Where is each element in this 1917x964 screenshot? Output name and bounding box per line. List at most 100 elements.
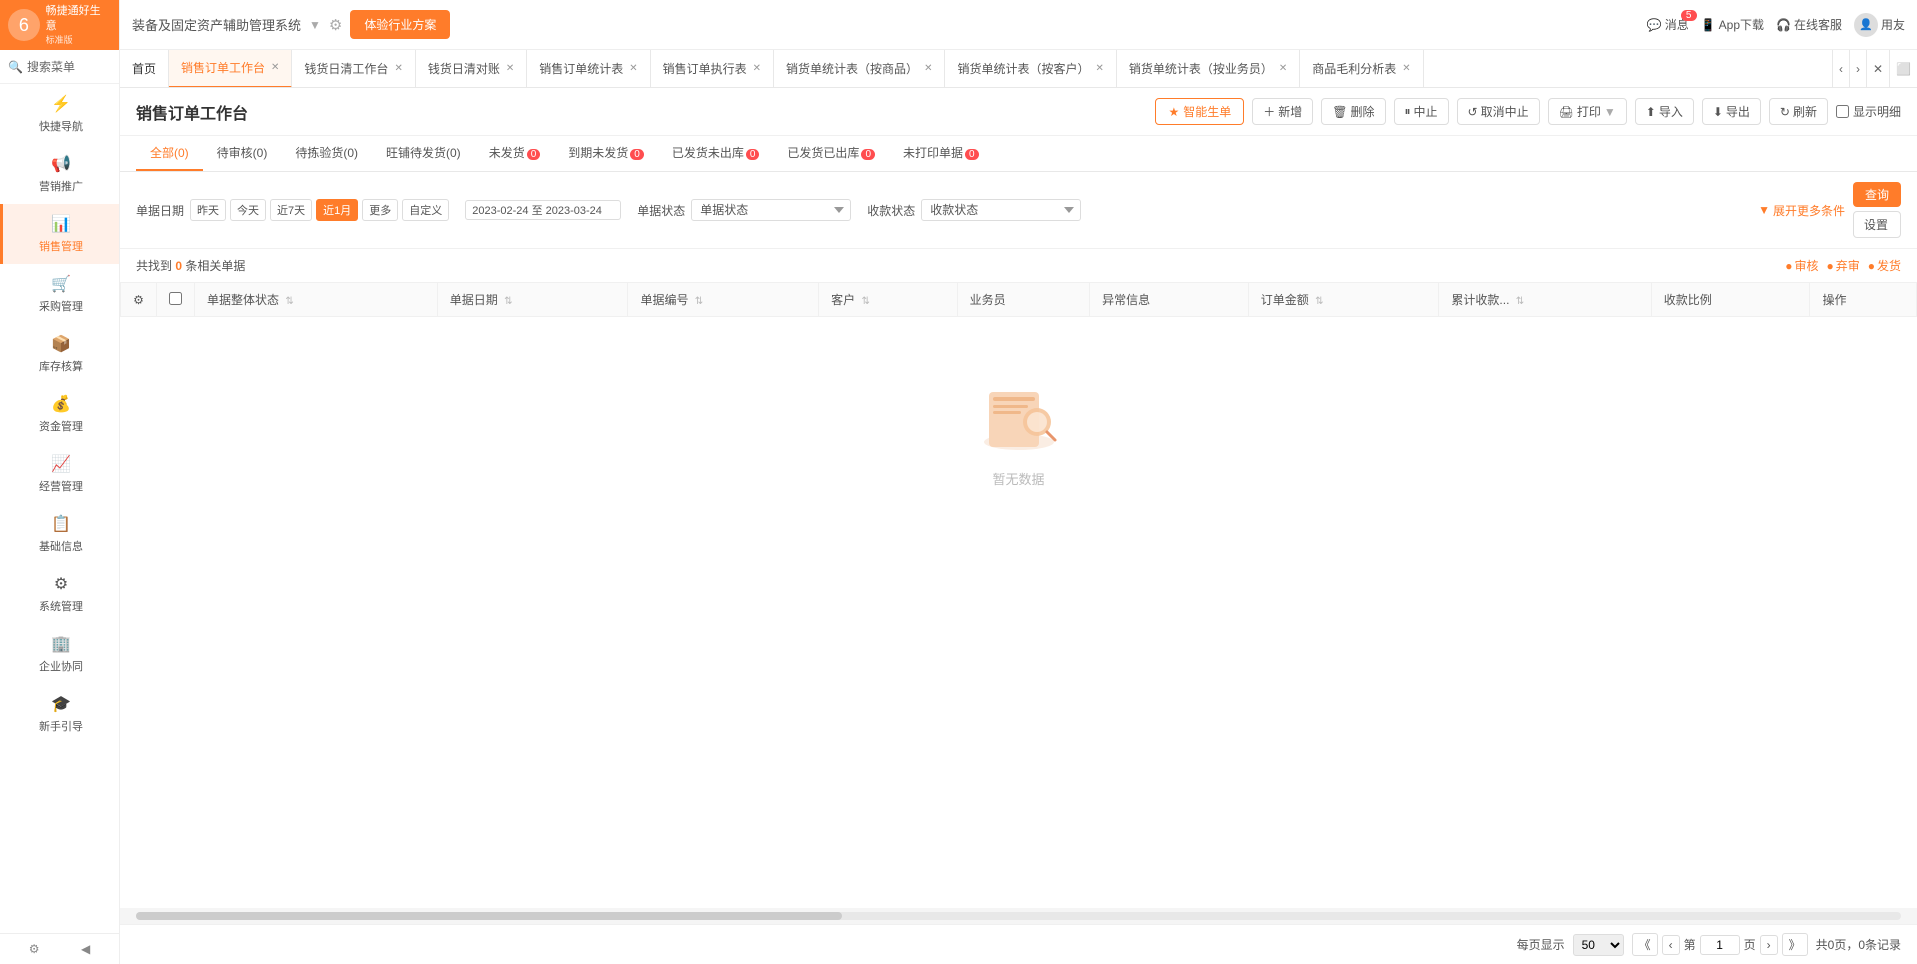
- sidebar-item-guide[interactable]: 🎓 新手引导: [0, 684, 119, 744]
- add-button[interactable]: ＋ 新增: [1252, 98, 1313, 125]
- cancel-pause-button[interactable]: ↺ 取消中止: [1457, 98, 1540, 125]
- page-prev-btn[interactable]: ‹: [1662, 935, 1680, 955]
- print-button[interactable]: 🖨 打印 ▼: [1548, 98, 1627, 125]
- tab-cash-reconcile[interactable]: 钱货日清对账 ✕: [416, 50, 527, 88]
- sidebar-item-marketing[interactable]: 📢 营销推广: [0, 144, 119, 204]
- query-button[interactable]: 查询: [1853, 182, 1901, 207]
- solution-button[interactable]: 体验行业方案: [350, 10, 450, 39]
- review-op-btn[interactable]: ● 审核: [1785, 257, 1818, 274]
- sidebar-item-system[interactable]: ⚙ 系统管理: [0, 564, 119, 624]
- page-size-select[interactable]: 50 100: [1573, 934, 1624, 956]
- settings-button[interactable]: 设置: [1853, 211, 1901, 238]
- import-button[interactable]: ⬆ 导入: [1635, 98, 1694, 125]
- show-detail-checkbox[interactable]: [1836, 105, 1849, 118]
- sidebar-item-finance[interactable]: 💰 资金管理: [0, 384, 119, 444]
- filter-tab-shipped-not-warehoused[interactable]: 已发货未出库0: [658, 136, 774, 171]
- tab-sales-workbench-close[interactable]: ✕: [271, 62, 279, 73]
- tab-daily-cash-close[interactable]: ✕: [394, 63, 402, 74]
- date-btn-custom[interactable]: 自定义: [402, 199, 449, 221]
- filter-tab-overdue[interactable]: 到期未发货0: [554, 136, 658, 171]
- system-icon: ⚙: [54, 574, 68, 594]
- tab-sales-workbench[interactable]: 销售订单工作台 ✕: [169, 50, 292, 88]
- page-label: 第: [1684, 936, 1696, 953]
- col-number[interactable]: 单据编号 ⇅: [628, 283, 819, 317]
- date-btn-today[interactable]: 今天: [230, 199, 266, 221]
- col-customer[interactable]: 客户 ⇅: [819, 283, 958, 317]
- expand-conditions-btn[interactable]: ▼ 展开更多条件: [1758, 202, 1845, 219]
- sidebar-item-inventory[interactable]: 📦 库存核算: [0, 324, 119, 384]
- tab-stat-customer[interactable]: 销货单统计表（按客户） ✕: [945, 50, 1116, 88]
- dropdown-icon[interactable]: ▼: [309, 18, 321, 32]
- scroll-track[interactable]: [136, 912, 1901, 920]
- col-status[interactable]: 单据整体状态 ⇅: [195, 283, 438, 317]
- filter-tab-pending-review[interactable]: 待审核(0): [203, 136, 282, 171]
- sidebar-item-operations[interactable]: 📈 经营管理: [0, 444, 119, 504]
- collapse-icon[interactable]: ◀: [81, 942, 90, 956]
- scroll-thumb[interactable]: [136, 912, 842, 920]
- filter-tab-not-printed[interactable]: 未打印单据0: [889, 136, 993, 171]
- download-action[interactable]: 📱 App下载: [1701, 16, 1764, 33]
- page-first-btn[interactable]: 《: [1632, 933, 1658, 956]
- col-date[interactable]: 单据日期 ⇅: [437, 283, 628, 317]
- date-btn-more[interactable]: 更多: [362, 199, 398, 221]
- service-action[interactable]: 🎧 在线客服: [1776, 16, 1842, 33]
- page-next-btn[interactable]: ›: [1760, 935, 1778, 955]
- col-amount[interactable]: 订单金额 ⇅: [1248, 283, 1439, 317]
- page-last-btn[interactable]: 》: [1782, 933, 1808, 956]
- tab-expand[interactable]: ⬜: [1889, 50, 1917, 88]
- status-select[interactable]: 单据状态: [691, 199, 851, 221]
- tab-home[interactable]: 首页: [120, 50, 169, 88]
- tab-stat-customer-close[interactable]: ✕: [1095, 63, 1103, 74]
- sidebar-item-purchase[interactable]: 🛒 采购管理: [0, 264, 119, 324]
- tab-profit-close[interactable]: ✕: [1402, 63, 1410, 74]
- tab-close-all[interactable]: ✕: [1866, 50, 1889, 88]
- empty-text: 暂无数据: [992, 469, 1044, 488]
- col-settings[interactable]: ⚙: [121, 283, 157, 317]
- tab-scroll-right[interactable]: ›: [1849, 50, 1866, 88]
- page-input[interactable]: [1700, 935, 1740, 955]
- horizontal-scrollbar[interactable]: [120, 908, 1917, 924]
- tab-sales-stat-close[interactable]: ✕: [629, 63, 637, 74]
- settings-icon[interactable]: ⚙: [29, 942, 40, 956]
- delete-button[interactable]: 🗑 删除: [1321, 98, 1385, 125]
- filter-tab-all[interactable]: 全部(0): [136, 136, 203, 171]
- export-button[interactable]: ⬇ 导出: [1702, 98, 1761, 125]
- search-menu[interactable]: 🔍 搜索菜单: [0, 50, 119, 84]
- col-collected[interactable]: 累计收款... ⇅: [1439, 283, 1651, 317]
- tab-sales-exec[interactable]: 销售订单执行表 ✕: [651, 50, 774, 88]
- refresh-button[interactable]: ↻ 刷新: [1769, 98, 1828, 125]
- settings-gear-icon[interactable]: ⚙: [329, 16, 342, 34]
- filter-tab-not-shipped[interactable]: 未发货0: [475, 136, 555, 171]
- show-detail-label[interactable]: 显示明细: [1836, 103, 1901, 120]
- tab-cash-reconcile-close[interactable]: ✕: [506, 63, 514, 74]
- col-checkbox[interactable]: [157, 283, 195, 317]
- tab-scroll-left[interactable]: ‹: [1832, 50, 1849, 88]
- payment-select[interactable]: 收款状态: [921, 199, 1081, 221]
- date-range-input[interactable]: [465, 200, 621, 220]
- filter-tab-pending-inspect[interactable]: 待拣验货(0): [281, 136, 372, 171]
- tab-daily-cash[interactable]: 钱货日清工作台 ✕: [292, 50, 415, 88]
- date-btn-yesterday[interactable]: 昨天: [190, 199, 226, 221]
- tab-profit[interactable]: 商品毛利分析表 ✕: [1300, 50, 1423, 88]
- sidebar-item-enterprise[interactable]: 🏢 企业协同: [0, 624, 119, 684]
- filter-tab-wang-pending[interactable]: 旺铺待发货(0): [372, 136, 475, 171]
- date-btn-7days[interactable]: 近7天: [270, 199, 312, 221]
- sidebar-item-sales[interactable]: 📊 销售管理: [0, 204, 119, 264]
- unreview-op-btn[interactable]: ● 弃审: [1826, 257, 1859, 274]
- tab-stat-product[interactable]: 销货单统计表（按商品） ✕: [774, 50, 945, 88]
- sidebar-item-basic-info[interactable]: 📋 基础信息: [0, 504, 119, 564]
- select-all-checkbox[interactable]: [169, 292, 182, 305]
- tab-sales-exec-close[interactable]: ✕: [753, 63, 761, 74]
- user-action[interactable]: 👤 用友: [1854, 13, 1905, 37]
- tab-stat-staff[interactable]: 销货单统计表（按业务员） ✕: [1117, 50, 1300, 88]
- tab-stat-product-close[interactable]: ✕: [924, 63, 932, 74]
- date-btn-1month[interactable]: 近1月: [316, 199, 358, 221]
- ship-op-btn[interactable]: ● 发货: [1868, 257, 1901, 274]
- sidebar-item-quick-nav[interactable]: ⚡ 快捷导航: [0, 84, 119, 144]
- smart-create-button[interactable]: ★ 智能生单: [1155, 98, 1244, 125]
- tab-stat-staff-close[interactable]: ✕: [1279, 63, 1287, 74]
- pause-button[interactable]: ⏸ 中止: [1394, 98, 1449, 125]
- filter-tab-shipped-warehoused[interactable]: 已发货已出库0: [773, 136, 889, 171]
- tab-sales-stat[interactable]: 销售订单统计表 ✕: [527, 50, 650, 88]
- message-action[interactable]: 💬 消息 5: [1647, 16, 1689, 33]
